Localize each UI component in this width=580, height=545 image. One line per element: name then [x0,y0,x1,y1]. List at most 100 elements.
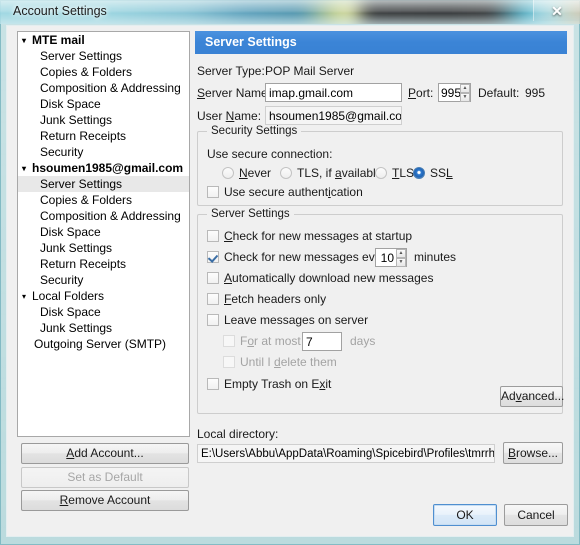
server-type-label: Server Type: [197,64,265,78]
tree-item-label: Security [40,273,84,287]
tree-item-label: hsoumen1985@gmail.com [32,161,184,175]
tree-item-label: Junk Settings [40,113,113,127]
leave-messages-on-server-checkbox[interactable] [207,314,219,326]
settings-pane: Server Settings Server Type: POP Mail Se… [195,31,567,491]
use-secure-authentication-checkbox[interactable] [207,186,219,198]
browse-button[interactable]: Browse... [503,442,563,464]
tree-item-label: Junk Settings [40,321,113,335]
tree-item-label: Return Receipts [40,257,127,271]
tree-item-label: Return Receipts [40,129,127,143]
tree-item-label: Copies & Folders [40,65,133,79]
radio-tls[interactable] [375,167,387,179]
user-name-input[interactable]: hsoumen1985@gmail.com [265,106,402,125]
tree-item-label: Security [40,145,84,159]
tree-item[interactable]: Disk Space [18,96,189,112]
tree-item[interactable]: Composition & Addressing [18,208,189,224]
user-name-label: User Name: [197,109,262,123]
use-secure-connection-label: Use secure connection: [207,147,333,161]
days-label: days [350,334,376,348]
tree-item-label: Disk Space [40,225,101,239]
server-name-input[interactable]: imap.gmail.com [265,83,402,102]
port-spinner-down[interactable]: ▼ [460,93,470,102]
tree-item[interactable]: ▾ MTE mail [18,32,189,48]
server-settings-group-title: Server Settings [207,208,294,220]
fetch-headers-only-checkbox[interactable] [207,293,219,305]
for-at-most-label: For at most [240,334,301,348]
for-at-most-days-input[interactable]: 7 [302,332,342,351]
check-every-spinner-down[interactable]: ▼ [396,258,406,267]
port-default-label: Default: [478,86,520,100]
tree-item[interactable]: Copies & Folders [18,192,189,208]
tree-expander-icon[interactable]: ▾ [22,161,31,177]
dialog-footer: OK Cancel [7,492,575,536]
check-every-label: Check for new messages every [224,250,392,264]
dialog-body: ▾ MTE mail Server Settings Copies & Folders… [6,25,574,537]
tree-item-label: Copies & Folders [40,193,133,207]
radio-tls-if-available-label: TLS, if available [297,166,383,180]
radio-tls-if-available[interactable] [280,167,292,179]
tree-item[interactable]: Disk Space [18,224,189,240]
auto-download-label: Automatically download new messages [224,271,434,285]
tree-item[interactable]: Junk Settings [18,112,189,128]
tree-item[interactable]: Return Receipts [18,128,189,144]
tree-expander-icon[interactable]: ▾ [22,289,31,305]
radio-ssl-label: SSL [430,166,453,180]
tree-item-label: Junk Settings [40,241,113,255]
check-every-checkbox[interactable] [207,251,219,263]
use-secure-authentication-label: Use secure authentication [224,185,363,199]
tree-expander-icon[interactable]: ▾ [22,33,31,49]
for-at-most-checkbox[interactable] [223,335,235,347]
tree-item[interactable]: Outgoing Server (SMTP) [18,336,189,352]
tree-item-label: Server Settings [40,49,123,63]
check-every-spinner-up[interactable]: ▲ [396,249,406,258]
port-spinner[interactable]: ▲ ▼ [460,84,470,102]
add-account-label: dd Account... [74,446,144,460]
tree-item[interactable]: Junk Settings [18,320,189,336]
tree-item-label: Disk Space [40,97,101,111]
tree-item-label: Disk Space [40,305,101,319]
window-title: Account Settings [13,4,107,18]
radio-ssl[interactable] [413,167,425,179]
tree-item[interactable]: Disk Space [18,304,189,320]
close-icon: ✕ [551,2,563,19]
minutes-label: minutes [414,250,457,264]
port-spinner-up[interactable]: ▲ [460,84,470,93]
local-directory-label: Local directory: [197,427,279,441]
radio-never[interactable] [222,167,234,179]
security-settings-group-title: Security Settings [207,125,302,137]
tree-item[interactable]: ▾ hsoumen1985@gmail.com [18,160,189,176]
tree-item-label: Local Folders [32,289,105,303]
account-settings-window: Account Settings ✕ ▾ MTE mail Server Setti… [0,0,580,545]
empty-trash-on-exit-checkbox[interactable] [207,378,219,390]
server-name-label: Server Name: [197,86,272,100]
tree-item[interactable]: Security [18,272,189,288]
cancel-button[interactable]: Cancel [504,504,568,526]
tree-item[interactable]: Copies & Folders [18,64,189,80]
tree-item-label: Server Settings [40,177,123,191]
local-directory-input[interactable]: E:\Users\Abbu\AppData\Roaming\Spicebird\… [197,444,495,463]
advanced-button[interactable]: Advanced... [500,386,564,407]
tree-item[interactable]: Junk Settings [18,240,189,256]
title-bar: Account Settings ✕ [0,0,580,24]
tree-item[interactable]: Composition & Addressing [18,80,189,96]
add-account-button[interactable]: Add Account... [21,443,189,464]
tree-item[interactable]: ▾ Local Folders [18,288,189,304]
radio-never-label: Never [239,166,272,180]
accounts-tree[interactable]: ▾ MTE mail Server Settings Copies & Folders… [17,31,190,437]
server-type-value: POP Mail Server [265,64,355,78]
until-i-delete-them-checkbox[interactable] [223,356,235,368]
tree-item-label: Composition & Addressing [40,209,181,223]
close-button[interactable]: ✕ [533,0,580,21]
leave-messages-on-server-label: Leave messages on server [224,313,369,327]
check-every-spinner[interactable]: ▲ ▼ [396,249,406,267]
tree-item[interactable]: Server Settings [18,48,189,64]
auto-download-checkbox[interactable] [207,272,219,284]
port-default-value: 995 [525,86,546,100]
tree-item-label: Outgoing Server (SMTP) [34,337,167,351]
check-at-startup-checkbox[interactable] [207,230,219,242]
tree-item[interactable]: Return Receipts [18,256,189,272]
tree-item[interactable]: Security [18,144,189,160]
ok-button[interactable]: OK [433,504,497,526]
tree-item[interactable]: Server Settings [18,176,189,192]
pane-title: Server Settings [195,31,567,54]
